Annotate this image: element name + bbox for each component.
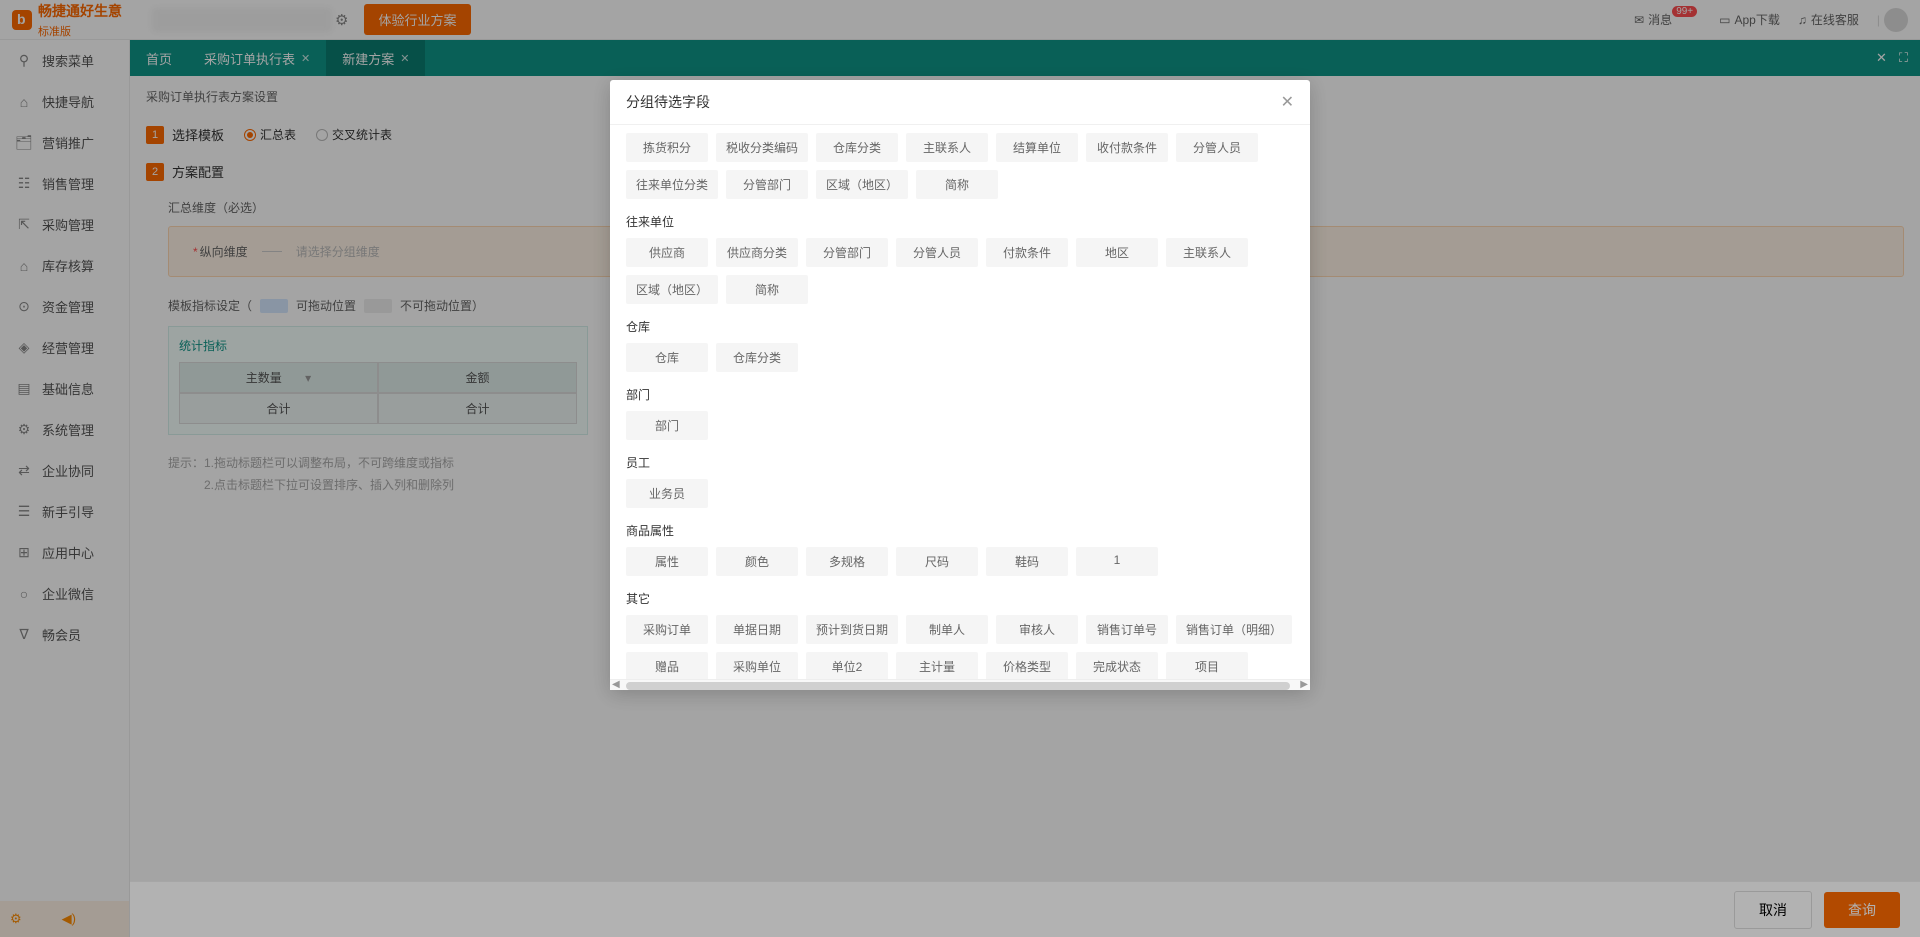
field-row: 采购订单单据日期预计到货日期制单人审核人销售订单号销售订单（明细） [626, 615, 1294, 644]
field-chip[interactable]: 业务员 [626, 479, 708, 508]
field-chip[interactable]: 仓库分类 [816, 133, 898, 162]
field-chip[interactable]: 销售订单号 [1086, 615, 1168, 644]
field-chip[interactable]: 完成状态 [1076, 652, 1158, 679]
field-row: 业务员 [626, 479, 1294, 508]
scroll-left-icon[interactable]: ◀ [612, 679, 620, 690]
field-chip[interactable]: 销售订单（明细） [1176, 615, 1292, 644]
field-chip[interactable]: 单位2 [806, 652, 888, 679]
field-chip[interactable]: 制单人 [906, 615, 988, 644]
field-row: 仓库仓库分类 [626, 343, 1294, 372]
field-chip[interactable]: 地区 [1076, 238, 1158, 267]
field-chip[interactable]: 分管人员 [896, 238, 978, 267]
field-chip[interactable]: 付款条件 [986, 238, 1068, 267]
field-chip[interactable]: 分管部门 [726, 170, 808, 199]
field-chip[interactable]: 价格类型 [986, 652, 1068, 679]
field-chip[interactable]: 往来单位分类 [626, 170, 718, 199]
field-group-title: 商品属性 [626, 522, 1294, 539]
field-row: 属性颜色多规格尺码鞋码 1 [626, 547, 1294, 576]
field-row: 赠品采购单位单位2 主计量价格类型完成状态项目 [626, 652, 1294, 679]
field-row: 拣货积分税收分类编码仓库分类主联系人结算单位收付款条件分管人员 [626, 133, 1294, 162]
field-chip[interactable]: 多规格 [806, 547, 888, 576]
field-row: 区域（地区） 简称 [626, 275, 1294, 304]
field-chip[interactable]: 区域（地区） [816, 170, 908, 199]
field-row: 往来单位分类分管部门区域（地区） 简称 [626, 170, 1294, 199]
field-chip[interactable]: 主联系人 [906, 133, 988, 162]
scrollbar-thumb[interactable] [626, 682, 1290, 690]
field-chip[interactable]: 采购订单 [626, 615, 708, 644]
field-selector-modal: 分组待选字段 ✕ 拣货积分税收分类编码仓库分类主联系人结算单位收付款条件分管人员… [610, 80, 1310, 690]
field-chip[interactable]: 拣货积分 [626, 133, 708, 162]
field-chip[interactable]: 分管人员 [1176, 133, 1258, 162]
field-chip[interactable]: 鞋码 [986, 547, 1068, 576]
field-chip[interactable]: 主联系人 [1166, 238, 1248, 267]
field-chip[interactable]: 区域（地区） [626, 275, 718, 304]
field-chip[interactable]: 分管部门 [806, 238, 888, 267]
field-chip[interactable]: 税收分类编码 [716, 133, 808, 162]
field-chip[interactable]: 部门 [626, 411, 708, 440]
field-chip[interactable]: 预计到货日期 [806, 615, 898, 644]
close-icon[interactable]: ✕ [1281, 92, 1294, 112]
field-group-title: 仓库 [626, 318, 1294, 335]
field-group-title: 其它 [626, 590, 1294, 607]
field-chip[interactable]: 项目 [1166, 652, 1248, 679]
field-chip[interactable]: 供应商 [626, 238, 708, 267]
field-chip[interactable]: 审核人 [996, 615, 1078, 644]
field-chip[interactable]: 仓库分类 [716, 343, 798, 372]
field-chip[interactable]: 结算单位 [996, 133, 1078, 162]
field-chip[interactable]: 颜色 [716, 547, 798, 576]
field-row: 供应商供应商分类分管部门分管人员付款条件地区主联系人 [626, 238, 1294, 267]
field-group-title: 往来单位 [626, 213, 1294, 230]
field-group-title: 部门 [626, 386, 1294, 403]
modal-title: 分组待选字段 [626, 92, 710, 112]
field-chip[interactable]: 单据日期 [716, 615, 798, 644]
field-chip[interactable]: 尺码 [896, 547, 978, 576]
modal-body[interactable]: 拣货积分税收分类编码仓库分类主联系人结算单位收付款条件分管人员往来单位分类分管部… [610, 125, 1310, 679]
field-chip[interactable]: 主计量 [896, 652, 978, 679]
field-chip[interactable]: 1 [1076, 547, 1158, 576]
scroll-right-icon[interactable]: ▶ [1300, 679, 1308, 690]
field-chip[interactable]: 供应商分类 [716, 238, 798, 267]
field-chip[interactable]: 仓库 [626, 343, 708, 372]
modal-horizontal-scrollbar[interactable]: ◀ ▶ [610, 679, 1310, 690]
field-chip[interactable]: 采购单位 [716, 652, 798, 679]
field-chip[interactable]: 属性 [626, 547, 708, 576]
modal-header: 分组待选字段 ✕ [610, 80, 1310, 125]
field-group-title: 员工 [626, 454, 1294, 471]
field-chip[interactable]: 收付款条件 [1086, 133, 1168, 162]
field-chip[interactable]: 简称 [916, 170, 998, 199]
field-chip[interactable]: 赠品 [626, 652, 708, 679]
field-row: 部门 [626, 411, 1294, 440]
field-chip[interactable]: 简称 [726, 275, 808, 304]
